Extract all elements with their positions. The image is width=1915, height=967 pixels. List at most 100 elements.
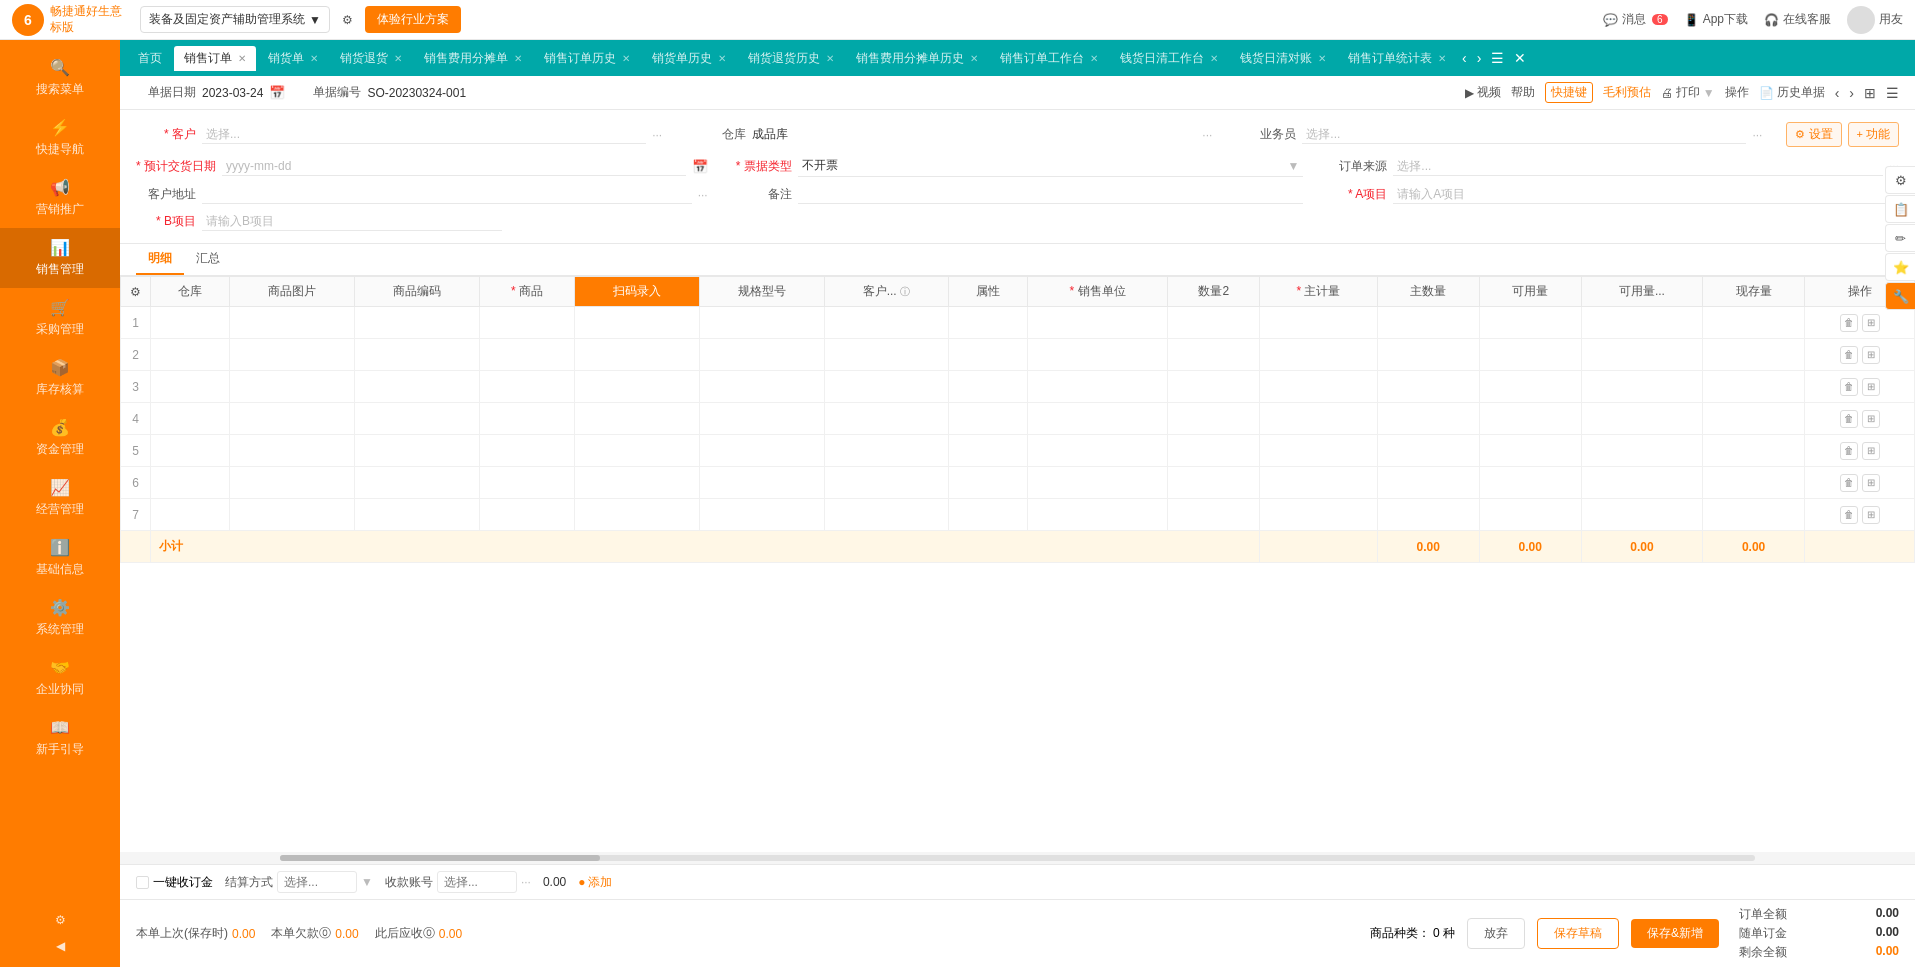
tab-order-report[interactable]: 销售订单统计表 ✕ [1338,46,1456,71]
sidebar-item-system[interactable]: ⚙️ 系统管理 [0,588,120,648]
sidebar-item-inventory[interactable]: 📦 库存核算 [0,348,120,408]
side-panel-tool-btn[interactable]: 🔧 [1885,282,1915,310]
delivery-date-input[interactable] [222,157,686,176]
help-btn[interactable]: 帮助 [1511,84,1535,101]
col-settings[interactable]: ⚙ [121,277,151,307]
row-action-2[interactable]: 🗑 ⊞ [1805,339,1915,371]
calendar-icon[interactable]: 📅 [269,85,285,100]
tab-daily-reconcile[interactable]: 钱货日清对账 ✕ [1230,46,1336,71]
tab-daily-workbench[interactable]: 钱货日清工作台 ✕ [1110,46,1228,71]
sidebar-item-business[interactable]: 📈 经营管理 [0,468,120,528]
ticket-type-select[interactable]: 不开票 ▼ [798,155,1304,177]
tab-close-sales-order[interactable]: ✕ [238,53,246,64]
shortcut-btn[interactable]: 快捷键 [1545,82,1593,103]
nav-right-btn[interactable]: › [1849,85,1854,101]
tab-close-order-report[interactable]: ✕ [1438,53,1446,64]
remark-input[interactable] [798,185,1304,204]
sidebar-item-purchase[interactable]: 🛒 采购管理 [0,288,120,348]
tab-prev-btn[interactable]: ‹ [1458,48,1471,68]
side-panel-settings-btn[interactable]: ⚙ [1885,166,1915,194]
tab-close-order-workbench[interactable]: ✕ [1090,53,1098,64]
side-panel-edit-btn[interactable]: ✏ [1885,224,1915,252]
operation-btn[interactable]: 操作 [1725,84,1749,101]
delete-row-2-icon[interactable]: 🗑 [1840,346,1858,364]
sidebar-item-guide[interactable]: 📖 新手引导 [0,708,120,768]
scrollbar-thumb[interactable] [280,855,600,861]
tab-expense-history[interactable]: 销售费用分摊单历史 ✕ [846,46,988,71]
view-btn[interactable]: ▶视频 [1465,84,1501,101]
side-panel-star-btn[interactable]: ⭐ [1885,253,1915,281]
copy-row-7-icon[interactable]: ⊞ [1862,506,1880,524]
tab-menu-btn[interactable]: ☰ [1487,48,1508,68]
checkbox-icon[interactable] [136,876,149,889]
profit-btn[interactable]: 毛利预估 [1603,84,1651,101]
sidebar-item-basicinfo[interactable]: ℹ️ 基础信息 [0,528,120,588]
delete-row-7-icon[interactable]: 🗑 [1840,506,1858,524]
a-project-input[interactable] [1393,185,1899,204]
tab-close-daily-reconcile[interactable]: ✕ [1318,53,1326,64]
row-action-5[interactable]: 🗑 ⊞ [1805,435,1915,467]
tab-close-invoice-history[interactable]: ✕ [718,53,726,64]
address-dots[interactable]: ··· [698,188,708,202]
account-input[interactable] [437,871,517,893]
nav-left-btn[interactable]: ‹ [1835,85,1840,101]
row-action-6[interactable]: 🗑 ⊞ [1805,467,1915,499]
detail-tab-summary[interactable]: 汇总 [184,244,232,275]
discard-btn[interactable]: 放弃 [1467,918,1525,949]
copy-row-2-icon[interactable]: ⊞ [1862,346,1880,364]
settings-side-btn[interactable]: ⚙ 设置 [1786,122,1841,147]
industry-btn[interactable]: 体验行业方案 [365,6,461,33]
notification-item[interactable]: 💬 消息 6 [1603,11,1668,28]
address-input[interactable] [202,185,692,204]
tab-home[interactable]: 首页 [128,46,172,71]
tab-sales-expense[interactable]: 销售费用分摊单 ✕ [414,46,532,71]
tab-close-expense-history[interactable]: ✕ [970,53,978,64]
sidebar-item-finance[interactable]: 💰 资金管理 [0,408,120,468]
row-action-1[interactable]: 🗑 ⊞ [1805,307,1915,339]
tab-order-workbench[interactable]: 销售订单工作台 ✕ [990,46,1108,71]
customer-input[interactable] [202,125,646,144]
support-item[interactable]: 🎧 在线客服 [1764,11,1831,28]
settings-icon[interactable]: ⚙ [338,9,357,31]
payment-method-input[interactable] [277,871,357,893]
scrollbar-track[interactable] [280,855,1755,861]
quick-deposit-checkbox[interactable]: 一键收订金 [136,874,213,891]
account-dots[interactable]: ··· [521,875,531,889]
side-panel-clipboard-btn[interactable]: 📋 [1885,195,1915,223]
detail-tab-detail[interactable]: 明细 [136,244,184,275]
tab-close-sales-expense[interactable]: ✕ [514,53,522,64]
row-action-4[interactable]: 🗑 ⊞ [1805,403,1915,435]
tab-sales-return[interactable]: 销货退货 ✕ [330,46,412,71]
row-action-3[interactable]: 🗑 ⊞ [1805,371,1915,403]
print-btn[interactable]: 🖨打印▼ [1661,84,1715,101]
tab-sales-invoice[interactable]: 销货单 ✕ [258,46,328,71]
system-selector[interactable]: 装备及固定资产辅助管理系统 ▼ [140,6,330,33]
sidebar-collapse-btn[interactable]: ◀ [0,933,120,959]
save-new-btn[interactable]: 保存&新增 [1631,919,1719,948]
sidebar-item-sales[interactable]: 📊 销售管理 [0,228,120,288]
user-item[interactable]: 用友 [1847,6,1903,34]
delivery-calendar-icon[interactable]: 📅 [692,159,708,174]
staff-input[interactable] [1302,125,1746,144]
tab-return-history[interactable]: 销货退货历史 ✕ [738,46,844,71]
copy-row-3-icon[interactable]: ⊞ [1862,378,1880,396]
sidebar-item-marketing[interactable]: 📢 营销推广 [0,168,120,228]
download-item[interactable]: 📱 App下载 [1684,11,1748,28]
sidebar-item-quicknav[interactable]: ⚡ 快捷导航 [0,108,120,168]
tab-close-sales-invoice[interactable]: ✕ [310,53,318,64]
b-project-input[interactable] [202,212,502,231]
scrollbar-area[interactable] [120,852,1915,864]
tab-close-daily-workbench[interactable]: ✕ [1210,53,1218,64]
sidebar-settings-btn[interactable]: ⚙ [0,907,120,933]
copy-row-6-icon[interactable]: ⊞ [1862,474,1880,492]
add-btn[interactable]: ● 添加 [578,874,611,891]
history-btn[interactable]: 📄历史单据 [1759,84,1825,101]
tab-invoice-history[interactable]: 销货单历史 ✕ [642,46,736,71]
delete-row-5-icon[interactable]: 🗑 [1840,442,1858,460]
tab-next-btn[interactable]: › [1473,48,1486,68]
warehouse-dots[interactable]: ··· [1202,128,1212,142]
customer-dots[interactable]: ··· [652,128,662,142]
row-action-7[interactable]: 🗑 ⊞ [1805,499,1915,531]
grid-view-btn[interactable]: ⊞ [1864,85,1876,101]
order-source-input[interactable] [1393,157,1883,176]
